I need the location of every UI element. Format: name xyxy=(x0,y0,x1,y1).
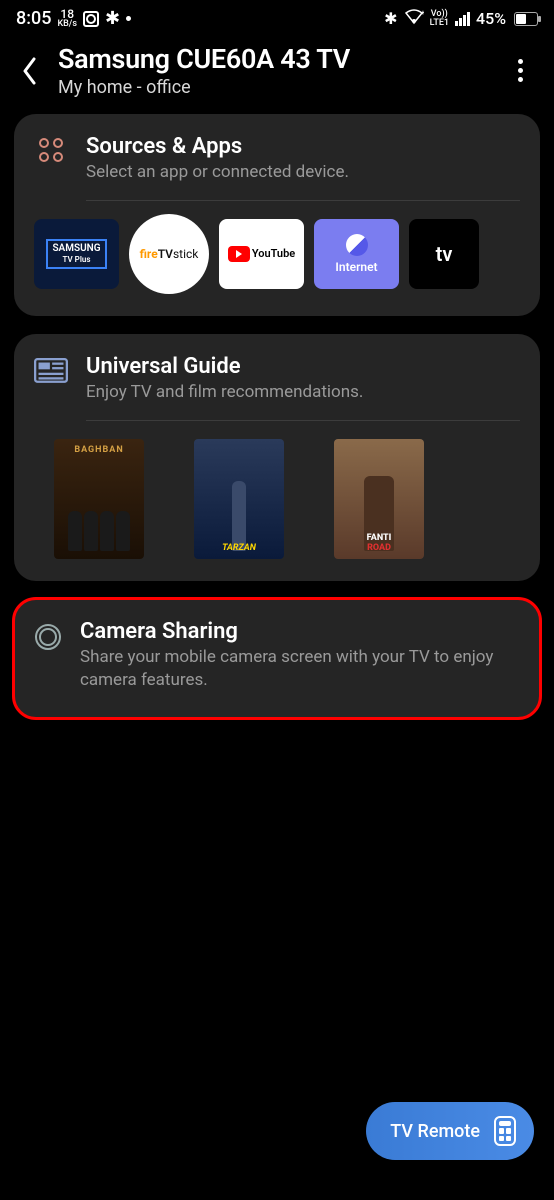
universal-guide-card: Universal Guide Enjoy TV and film recomm… xyxy=(14,334,540,581)
status-bar: 8:05 18 KB/s ✱ ✱ + Vo))LTE1 45% xyxy=(0,0,554,33)
clock: 8:05 xyxy=(16,8,51,29)
camera-subtitle: Share your mobile camera screen with you… xyxy=(80,646,520,692)
battery-icon xyxy=(512,12,538,26)
camera-sharing-card[interactable]: Camera Sharing Share your mobile camera … xyxy=(14,599,540,718)
poster-item[interactable]: BAGHBAN xyxy=(54,439,144,559)
app-internet[interactable]: Internet xyxy=(314,219,399,289)
sources-card: Sources & Apps Select an app or connecte… xyxy=(14,114,540,316)
poster-item[interactable]: FANTIROAD xyxy=(334,439,424,559)
header: Samsung CUE60A 43 TV My home - office xyxy=(0,33,554,114)
app-youtube[interactable]: YouTube xyxy=(219,219,304,289)
chevron-left-icon xyxy=(22,57,38,85)
page-subtitle: My home - office xyxy=(58,77,492,98)
status-right: ✱ + Vo))LTE1 45% xyxy=(384,9,538,29)
camera-lens-icon xyxy=(34,619,62,651)
divider xyxy=(86,420,520,421)
tv-remote-button[interactable]: TV Remote xyxy=(366,1102,534,1160)
status-left: 8:05 18 KB/s ✱ xyxy=(16,8,131,29)
fab-label: TV Remote xyxy=(390,1121,480,1142)
app-fire-tv-stick[interactable]: fireTVstick xyxy=(129,214,209,294)
page-title: Samsung CUE60A 43 TV xyxy=(58,43,492,75)
sources-icon xyxy=(34,134,68,162)
battery-percent: 45% xyxy=(476,9,506,28)
app-icon xyxy=(83,11,99,27)
signal-bars-icon xyxy=(455,12,470,26)
poster-item[interactable]: TARZAN xyxy=(194,439,284,559)
app-samsung-tv-plus[interactable]: SAMSUNGTV Plus xyxy=(34,219,119,289)
guide-icon xyxy=(34,354,68,383)
header-titles: Samsung CUE60A 43 TV My home - office xyxy=(58,43,492,98)
remote-icon xyxy=(494,1116,516,1146)
guide-title: Universal Guide xyxy=(86,354,363,379)
svg-text:+: + xyxy=(421,9,424,17)
wifi-icon: + xyxy=(404,9,424,29)
more-menu-button[interactable] xyxy=(500,47,540,95)
app-apple-tv[interactable]: tv xyxy=(409,219,479,289)
bluetooth-icon: ✱ xyxy=(384,9,397,28)
snowflake-icon: ✱ xyxy=(105,8,120,29)
apps-row: SAMSUNGTV Plus fireTVstick YouTube Inter… xyxy=(34,219,520,294)
camera-title: Camera Sharing xyxy=(80,619,520,644)
data-rate: 18 KB/s xyxy=(57,8,77,29)
sources-title: Sources & Apps xyxy=(86,134,349,159)
divider xyxy=(86,200,520,201)
posters-row: BAGHBAN TARZAN FANTIROAD xyxy=(34,439,520,559)
guide-subtitle: Enjoy TV and film recommendations. xyxy=(86,381,363,404)
volte-icon: Vo))LTE1 xyxy=(430,10,449,28)
notification-dot-icon xyxy=(126,16,131,21)
sources-subtitle: Select an app or connected device. xyxy=(86,161,349,184)
back-button[interactable] xyxy=(10,47,50,95)
